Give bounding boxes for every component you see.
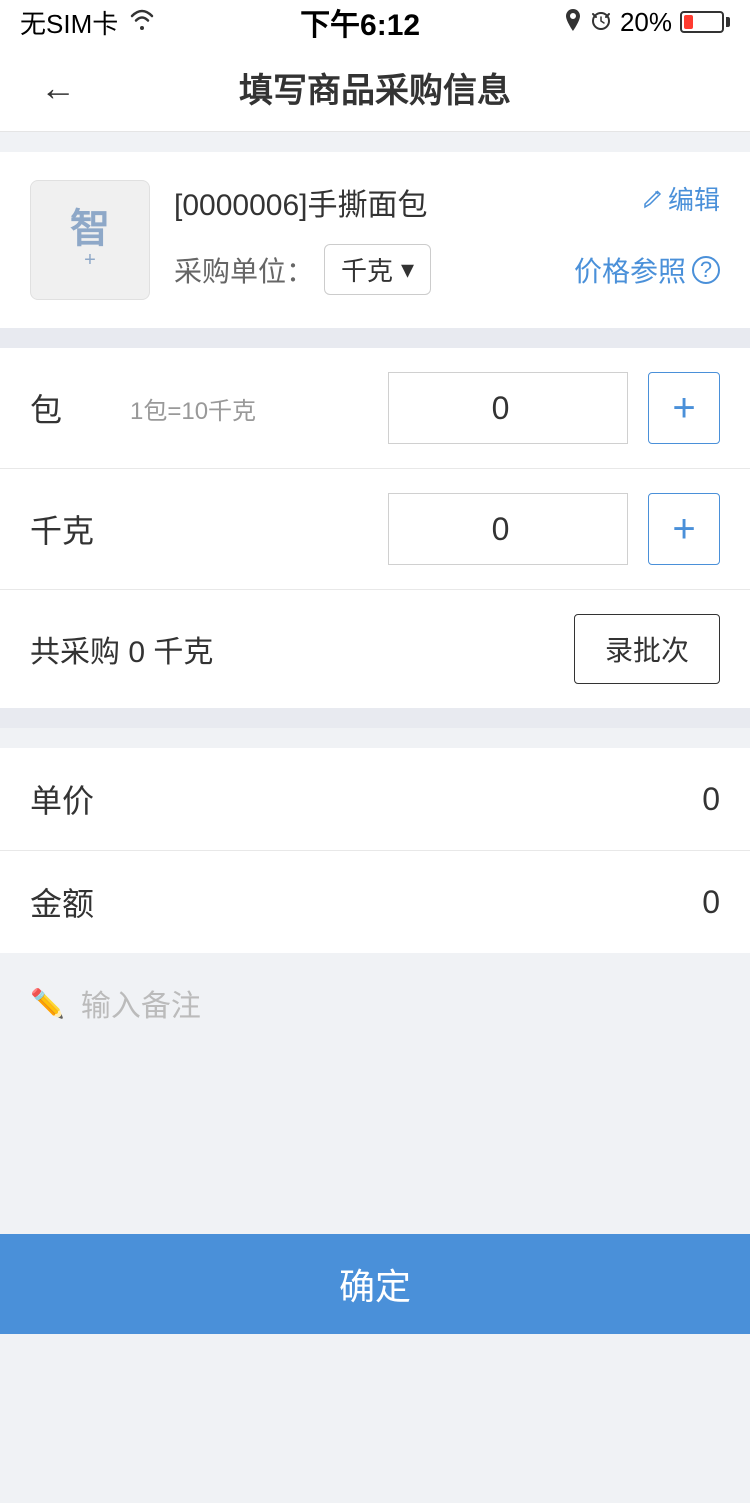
nav-bar: ← 填写商品采购信息	[0, 44, 750, 132]
summary-text: 共采购 0 千克	[30, 627, 213, 671]
status-bar: 无SIM卡 下午6:12 20%	[0, 0, 750, 44]
product-logo-bottom: +	[70, 249, 110, 272]
confirm-button[interactable]: 确定	[0, 1234, 750, 1334]
pencil-icon: ✏️	[30, 987, 65, 1020]
wifi-icon	[128, 8, 156, 36]
back-button[interactable]: ←	[30, 57, 86, 119]
status-left: 无SIM卡	[20, 4, 156, 41]
unit-price-label: 单价	[30, 776, 94, 822]
product-unit-row: 采购单位： 千克 ▾ 价格参照 ?	[174, 244, 720, 295]
amount-row: 金额 0	[0, 851, 750, 953]
bag-sub-label: 1包=10千克	[130, 391, 368, 426]
bag-quantity-input[interactable]	[388, 372, 628, 444]
kg-plus-button[interactable]: +	[648, 493, 720, 565]
product-image: 智 +	[30, 180, 150, 300]
chevron-down-icon: ▾	[401, 254, 414, 285]
page-title: 填写商品采购信息	[239, 63, 511, 112]
unit-price-value: 0	[702, 781, 720, 818]
product-card: 智 + [0000006]手撕面包 编辑 采购单位： 千克 ▾	[0, 152, 750, 328]
status-right: 20%	[564, 7, 730, 38]
section-divider-2	[0, 708, 750, 728]
bag-input-row: 包 1包=10千克 +	[0, 348, 750, 469]
kg-label: 千克	[30, 506, 110, 552]
bag-label: 包	[30, 385, 110, 431]
battery-icon	[680, 11, 730, 33]
battery-percent: 20%	[620, 7, 672, 38]
amount-label: 金额	[30, 879, 94, 925]
status-time: 下午6:12	[300, 0, 420, 44]
product-info: [0000006]手撕面包 编辑 采购单位： 千克 ▾ 价格参照 ?	[174, 180, 720, 295]
help-icon: ?	[692, 256, 720, 284]
edit-button[interactable]: 编辑	[642, 180, 720, 217]
batch-button[interactable]: 录批次	[574, 614, 720, 684]
price-reference-button[interactable]: 价格参照 ?	[574, 250, 720, 290]
price-section: 单价 0 金额 0	[0, 748, 750, 953]
section-divider-1	[0, 328, 750, 348]
amount-value: 0	[702, 884, 720, 921]
summary-row: 共采购 0 千克 录批次	[0, 590, 750, 708]
product-logo-top: 智	[70, 209, 110, 249]
kg-input-row: 千克 +	[0, 469, 750, 590]
empty-space	[0, 1053, 750, 1403]
product-header: [0000006]手撕面包 编辑	[174, 180, 720, 224]
unit-price-row: 单价 0	[0, 748, 750, 851]
bag-plus-button[interactable]: +	[648, 372, 720, 444]
notes-section[interactable]: ✏️ 输入备注	[0, 953, 750, 1053]
product-name: [0000006]手撕面包	[174, 180, 427, 224]
unit-select[interactable]: 千克 ▾	[324, 244, 431, 295]
notes-placeholder: 输入备注	[81, 981, 201, 1025]
location-icon	[564, 7, 582, 38]
unit-label: 采购单位：	[174, 250, 314, 290]
kg-quantity-input[interactable]	[388, 493, 628, 565]
alarm-icon	[590, 7, 612, 38]
sim-label: 无SIM卡	[20, 4, 118, 41]
input-section: 包 1包=10千克 + 千克 + 共采购 0 千克 录	[0, 348, 750, 708]
